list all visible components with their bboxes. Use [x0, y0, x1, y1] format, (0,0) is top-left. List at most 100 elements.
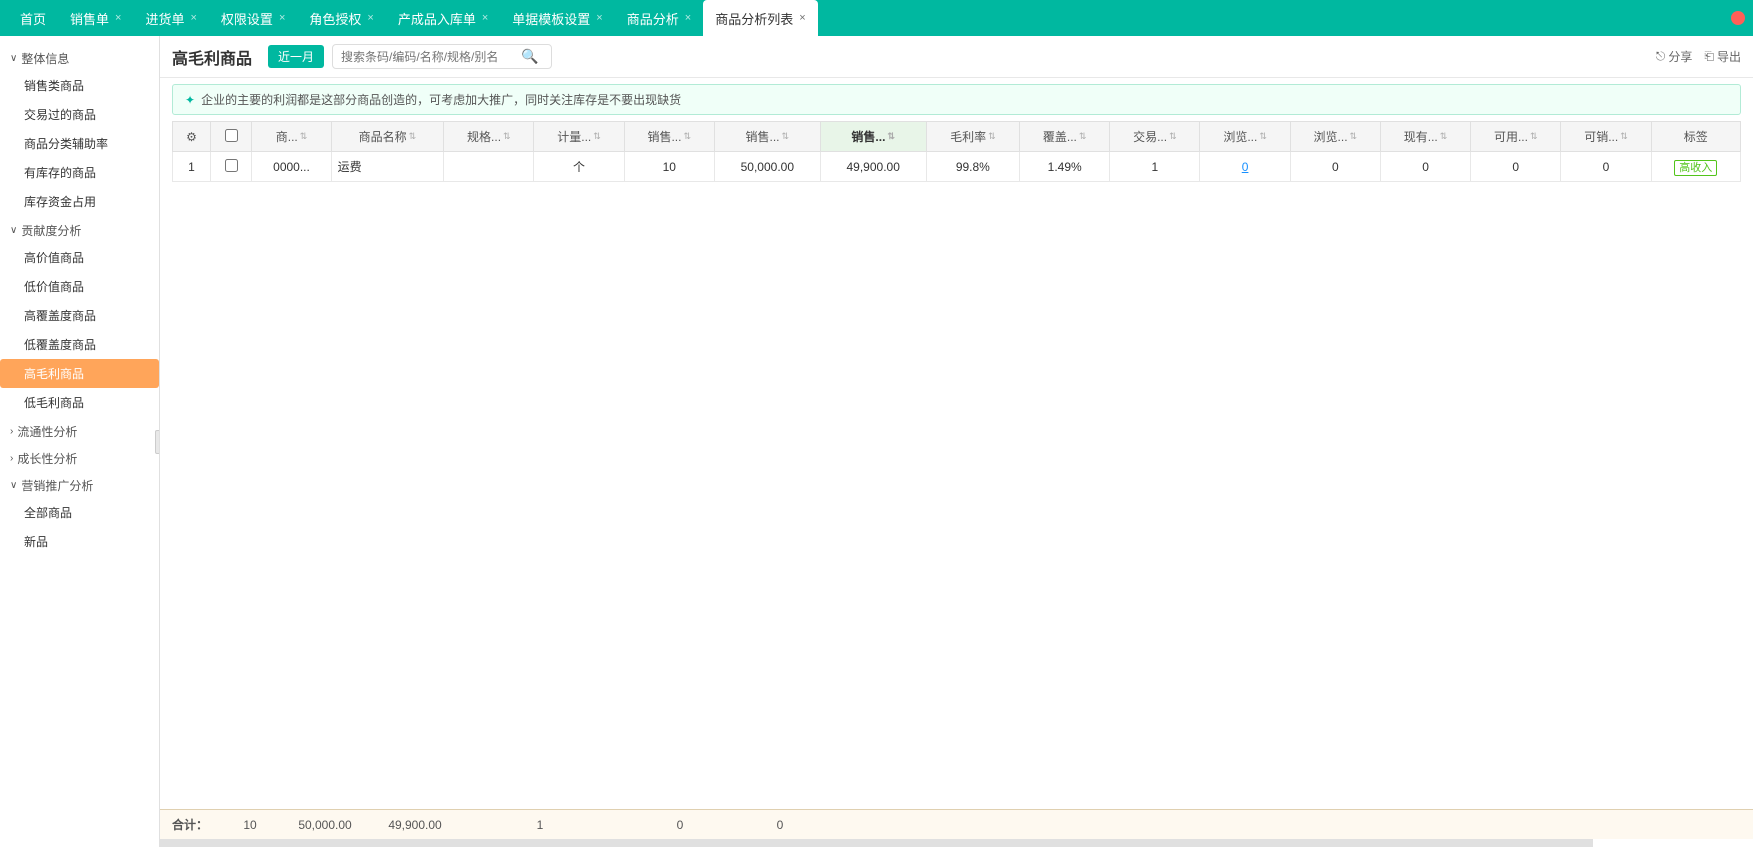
- export-icon: ⎗: [1704, 49, 1714, 64]
- col-tag[interactable]: 标签: [1651, 122, 1740, 152]
- footer-cells: 10 50,000.00 49,900.00 1 0 0: [220, 818, 1741, 832]
- cell-sellable: 0: [1561, 152, 1651, 182]
- footer-browse1: 0: [620, 818, 740, 832]
- col-spec[interactable]: 规格...⇅: [444, 122, 534, 152]
- nav-role[interactable]: 角色授权 ×: [297, 0, 385, 36]
- sidebar-item-high-coverage[interactable]: 高覆盖度商品: [0, 301, 159, 330]
- footer-sales-profit: 49,900.00: [370, 818, 460, 832]
- col-code[interactable]: 商...⇅: [252, 122, 331, 152]
- tip-text: 企业的主要的利润都是这部分商品创造的，可考虑加大推广，同时关注库存是不要出现缺货: [201, 91, 681, 108]
- window-controls: [1731, 11, 1745, 25]
- bottom-scrollbar[interactable]: [160, 839, 1593, 847]
- nav-purchase[interactable]: 进货单 ×: [133, 0, 208, 36]
- sidebar-item-inventory-capital[interactable]: 库存资金占用: [0, 187, 159, 216]
- sidebar-item-stocked[interactable]: 有库存的商品: [0, 158, 159, 187]
- cell-index: 1: [173, 152, 211, 182]
- footer-sales-qty: 10: [220, 818, 280, 832]
- col-sales-qty[interactable]: 销售...⇅: [624, 122, 714, 152]
- sidebar-item-low-value[interactable]: 低价值商品: [0, 272, 159, 301]
- contribution-arrow: ∨: [10, 225, 17, 236]
- footer-available: 0: [740, 818, 820, 832]
- nav-home[interactable]: 首页: [8, 0, 58, 36]
- sidebar-section-marketing[interactable]: ∨ 营销推广分析: [0, 471, 159, 498]
- col-name[interactable]: 商品名称⇅: [331, 122, 444, 152]
- col-browse2[interactable]: 浏览...⇅: [1290, 122, 1380, 152]
- col-coverage[interactable]: 覆盖...⇅: [1020, 122, 1110, 152]
- nav-analysis[interactable]: 商品分析 ×: [615, 0, 703, 36]
- sidebar-item-low-coverage[interactable]: 低覆盖度商品: [0, 330, 159, 359]
- nav-permission[interactable]: 权限设置 ×: [209, 0, 297, 36]
- share-icon: ⎋: [1656, 49, 1666, 64]
- cell-sales-profit: 49,900.00: [820, 152, 926, 182]
- content-header: 高毛利商品 近一月 🔍 ⎋ 分享 ⎗ 导出: [160, 36, 1753, 78]
- close-analysis-tab[interactable]: ×: [685, 12, 691, 24]
- cell-sales-amt: 50,000.00: [714, 152, 820, 182]
- col-unit[interactable]: 计量...⇅: [534, 122, 624, 152]
- sidebar-item-category-rate[interactable]: 商品分类辅助率: [0, 129, 159, 158]
- row-checkbox[interactable]: [225, 159, 238, 172]
- top-nav: 首页 销售单 × 进货单 × 权限设置 × 角色授权 × 产成品入库单 × 单据…: [0, 0, 1753, 36]
- col-sales-profit[interactable]: 销售...⇅: [820, 122, 926, 152]
- close-sales-tab[interactable]: ×: [115, 12, 121, 24]
- col-current[interactable]: 现有...⇅: [1380, 122, 1470, 152]
- close-purchase-tab[interactable]: ×: [190, 12, 196, 24]
- sidebar-section-liquidity[interactable]: › 流通性分析: [0, 417, 159, 444]
- cell-spec: [444, 152, 534, 182]
- footer-trans: 1: [460, 818, 620, 832]
- data-table: ⚙ 商...⇅ 商品名称⇅ 规格...⇅ 计量...⇅ 销售...⇅ 销售...…: [172, 121, 1741, 182]
- table-row: 1 0000... 运费 个 10 50,000.00 49,900.00 99…: [173, 152, 1741, 182]
- cell-name: 运费: [331, 152, 444, 182]
- col-browse1[interactable]: 浏览...⇅: [1200, 122, 1290, 152]
- sidebar-item-new-goods[interactable]: 新品: [0, 527, 159, 556]
- cell-coverage: 1.49%: [1020, 152, 1110, 182]
- sidebar-item-sales-goods[interactable]: 销售类商品: [0, 71, 159, 100]
- sidebar-item-high-margin[interactable]: 高毛利商品: [0, 359, 159, 388]
- nav-analysis-list[interactable]: 商品分析列表 ×: [703, 0, 817, 36]
- select-all-checkbox[interactable]: [225, 129, 238, 142]
- header-actions: ⎋ 分享 ⎗ 导出: [1656, 48, 1741, 65]
- sidebar-section-contribution[interactable]: ∨ 贡献度分析: [0, 216, 159, 243]
- col-check[interactable]: [210, 122, 251, 152]
- cell-unit: 个: [534, 152, 624, 182]
- marketing-arrow: ∨: [10, 480, 17, 491]
- cell-current: 0: [1380, 152, 1470, 182]
- cell-sales-qty: 10: [624, 152, 714, 182]
- close-template-tab[interactable]: ×: [596, 12, 602, 24]
- liquidity-arrow: ›: [10, 426, 13, 437]
- footer-total-label: 合计：: [172, 816, 208, 833]
- col-sales-amt[interactable]: 销售...⇅: [714, 122, 820, 152]
- search-icon[interactable]: 🔍: [521, 48, 538, 65]
- col-available[interactable]: 可用...⇅: [1471, 122, 1561, 152]
- cell-browse1[interactable]: 0: [1200, 152, 1290, 182]
- search-input[interactable]: [341, 50, 521, 64]
- close-role-tab[interactable]: ×: [367, 12, 373, 24]
- growth-arrow: ›: [10, 453, 13, 464]
- sidebar-item-all-goods[interactable]: 全部商品: [0, 498, 159, 527]
- cell-available: 0: [1471, 152, 1561, 182]
- close-permission-tab[interactable]: ×: [279, 12, 285, 24]
- col-trans[interactable]: 交易...⇅: [1110, 122, 1200, 152]
- sidebar-item-low-margin[interactable]: 低毛利商品: [0, 388, 159, 417]
- nav-sales[interactable]: 销售单 ×: [58, 0, 133, 36]
- content-area: 高毛利商品 近一月 🔍 ⎋ 分享 ⎗ 导出 ✦ 企业的主要的利润都是这部分商品创…: [160, 36, 1753, 847]
- col-sellable[interactable]: 可销...⇅: [1561, 122, 1651, 152]
- close-inbound-tab[interactable]: ×: [482, 12, 488, 24]
- sidebar: 《 ∨ 整体信息 销售类商品 交易过的商品 商品分类辅助率 有库存的商品 库存资…: [0, 36, 160, 847]
- close-analysis-list-tab[interactable]: ×: [799, 12, 805, 24]
- cell-check[interactable]: [210, 152, 251, 182]
- export-button[interactable]: ⎗ 导出: [1704, 48, 1741, 65]
- sidebar-item-high-value[interactable]: 高价值商品: [0, 243, 159, 272]
- nav-inbound[interactable]: 产成品入库单 ×: [386, 0, 500, 36]
- share-button[interactable]: ⎋ 分享: [1656, 48, 1693, 65]
- nav-template[interactable]: 单据模板设置 ×: [500, 0, 614, 36]
- sidebar-item-traded[interactable]: 交易过的商品: [0, 100, 159, 129]
- cell-tag: 高收入: [1651, 152, 1740, 182]
- sidebar-section-growth[interactable]: › 成长性分析: [0, 444, 159, 471]
- col-gross-rate[interactable]: 毛利率⇅: [926, 122, 1019, 152]
- time-filter-button[interactable]: 近一月: [268, 45, 324, 68]
- col-settings[interactable]: ⚙: [173, 122, 211, 152]
- sidebar-section-overall[interactable]: ∨ 整体信息: [0, 44, 159, 71]
- window-close-btn[interactable]: [1731, 11, 1745, 25]
- page-title: 高毛利商品: [172, 45, 252, 69]
- tip-bar: ✦ 企业的主要的利润都是这部分商品创造的，可考虑加大推广，同时关注库存是不要出现…: [172, 84, 1741, 115]
